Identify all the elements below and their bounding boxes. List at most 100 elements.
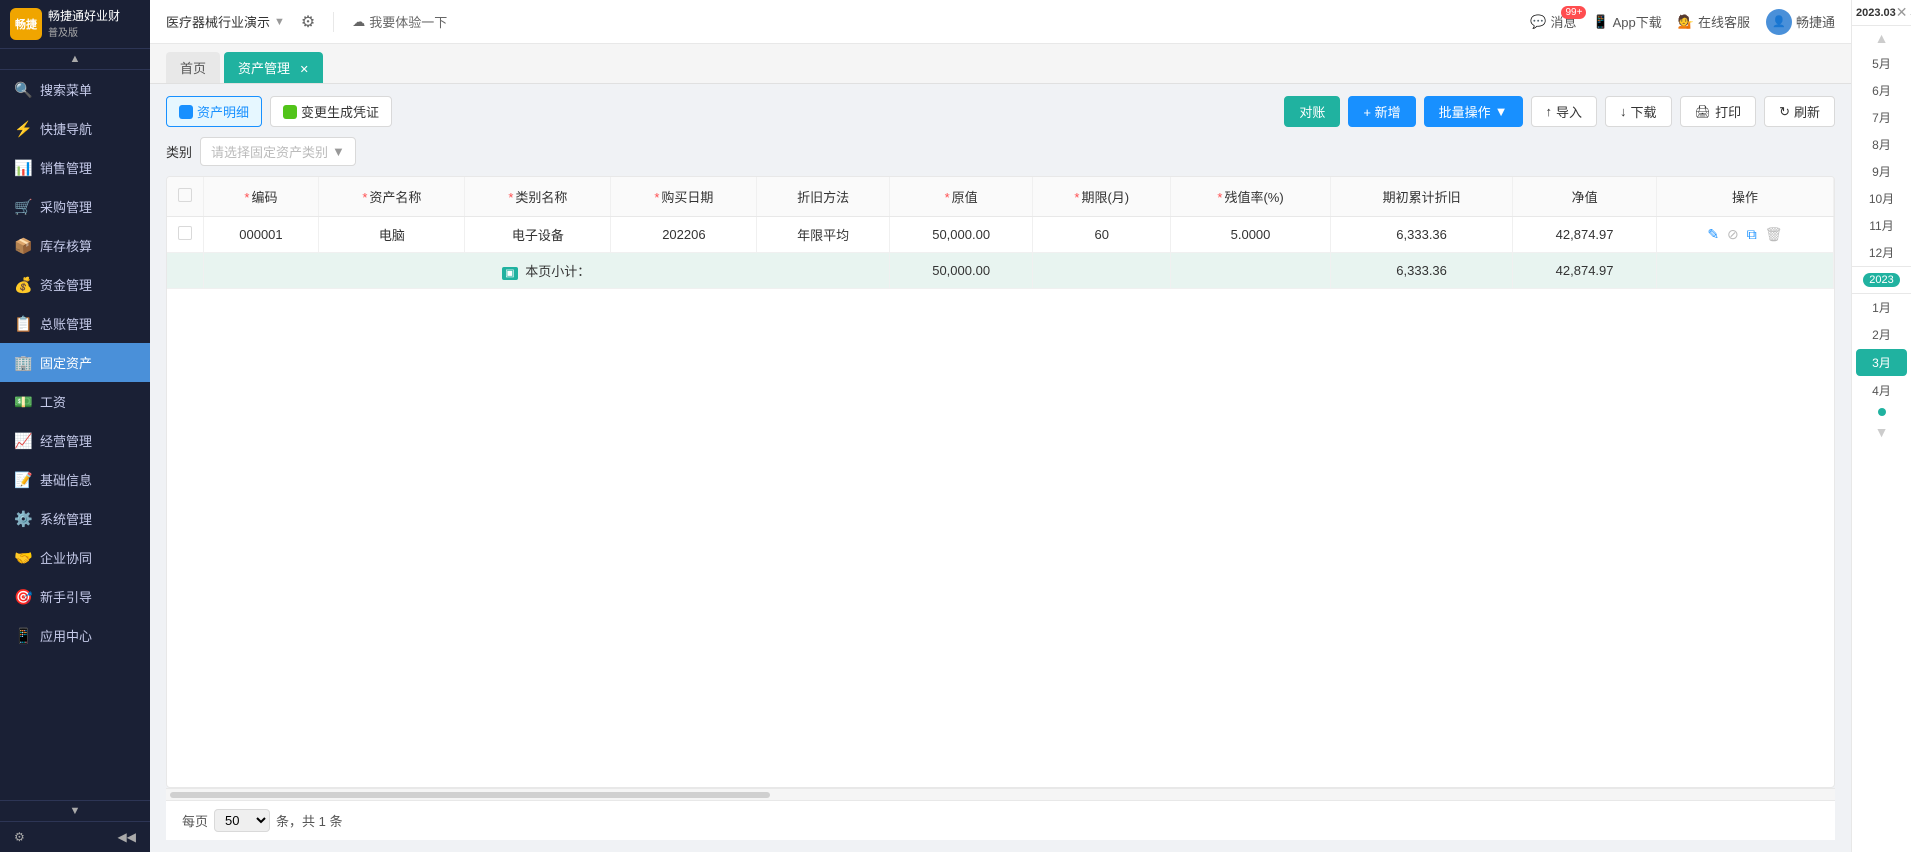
header-original-value: *原值 bbox=[889, 177, 1033, 217]
scroll-indicator bbox=[1878, 408, 1886, 416]
sidebar-item-ledger[interactable]: 📋 总账管理 bbox=[0, 304, 150, 343]
refresh-button[interactable]: ↻ 刷新 bbox=[1764, 96, 1835, 127]
total-label: 条，共 1 条 bbox=[276, 811, 342, 830]
avatar: 👤 bbox=[1766, 9, 1792, 35]
sidebar-item-business[interactable]: 📈 经营管理 bbox=[0, 421, 150, 460]
delete-icon[interactable]: 🗑 bbox=[1765, 226, 1783, 243]
logo-text-block: 畅捷通好业财 普及版 bbox=[48, 9, 120, 40]
collapse-icon[interactable]: ◀◀ bbox=[118, 830, 136, 844]
message-icon: 💬 bbox=[1530, 14, 1546, 30]
sidebar: 畅捷 畅捷通好业财 普及版 ▲ 🔍 搜索菜单 ⚡ 快捷导航 📊 销售管理 🛒 采… bbox=[0, 0, 150, 852]
sidebar-item-funds[interactable]: 💰 资金管理 bbox=[0, 265, 150, 304]
subtotal-residual-empty bbox=[1171, 253, 1331, 289]
download-icon: 📱 bbox=[1592, 14, 1608, 30]
sidebar-item-basic-info[interactable]: 📝 基础信息 bbox=[0, 460, 150, 499]
sidebar-item-purchase[interactable]: 🛒 采购管理 bbox=[0, 187, 150, 226]
subtotal-label: 本页小计： bbox=[525, 264, 590, 279]
cell-original-value: 50,000.00 bbox=[889, 217, 1033, 253]
tab-asset-management[interactable]: 资产管理 ✕ bbox=[224, 52, 323, 83]
user-menu[interactable]: 👤 畅捷通 bbox=[1766, 9, 1835, 35]
filter-row: 类别 请选择固定资产类别 ▼ bbox=[166, 137, 1835, 166]
service-icon: 💁 bbox=[1678, 14, 1694, 30]
select-all-checkbox[interactable] bbox=[178, 188, 192, 202]
view-tabs: 资产明细 变更生成凭证 对账 + 新增 批量操作 ▼ ↑ 导入 bbox=[166, 96, 1835, 127]
quick-nav-icon: ⚡ bbox=[14, 120, 32, 138]
sidebar-item-newbie[interactable]: 🎯 新手引导 bbox=[0, 577, 150, 616]
app-download-button[interactable]: 📱 App下载 bbox=[1592, 12, 1661, 31]
tab-change-voucher-label: 变更生成凭证 bbox=[301, 102, 379, 121]
category-select-placeholder: 请选择固定资产类别 bbox=[211, 142, 328, 161]
month-10[interactable]: 10月 bbox=[1852, 185, 1911, 212]
expand-panel-icon[interactable]: ⇔ bbox=[1908, 5, 1911, 21]
scroll-up-icon[interactable]: ▲ bbox=[1875, 26, 1889, 50]
funds-icon: 💰 bbox=[14, 276, 32, 294]
sidebar-item-inventory[interactable]: 📦 库存核算 bbox=[0, 226, 150, 265]
header-name: *资产名称 bbox=[319, 177, 465, 217]
month-1[interactable]: 1月 bbox=[1852, 294, 1911, 321]
tab-asset-detail[interactable]: 资产明细 bbox=[166, 96, 262, 127]
month-list-before: 5月 6月 7月 8月 9月 10月 11月 12月 bbox=[1852, 50, 1911, 266]
horizontal-scrollbar[interactable] bbox=[166, 788, 1835, 800]
month-12[interactable]: 12月 bbox=[1852, 239, 1911, 266]
sidebar-item-search[interactable]: 🔍 搜索菜单 bbox=[0, 70, 150, 109]
import-button[interactable]: ↑ 导入 bbox=[1531, 96, 1598, 127]
cell-accumulated-depreciation: 6,333.36 bbox=[1330, 217, 1512, 253]
sidebar-item-fixed-assets[interactable]: 🏢 固定资产 bbox=[0, 343, 150, 382]
month-11[interactable]: 11月 bbox=[1852, 212, 1911, 239]
copy-icon[interactable]: ⊘ bbox=[1727, 226, 1739, 243]
sidebar-item-sales[interactable]: 📊 销售管理 bbox=[0, 148, 150, 187]
sales-icon: 📊 bbox=[14, 159, 32, 177]
edit-icon[interactable]: ✎ bbox=[1707, 226, 1719, 243]
year-divider-2023: 2023 bbox=[1852, 266, 1911, 294]
topbar: 医疗器械行业演示 ▼ ⚙ ☁ 我要体验一下 💬 消息 99+ 📱 App下载 💁… bbox=[150, 0, 1851, 44]
download-button[interactable]: ↓ 下载 bbox=[1605, 96, 1672, 127]
app-download-label: App下载 bbox=[1613, 12, 1662, 31]
print-button[interactable]: 🖨 打印 bbox=[1680, 96, 1757, 127]
online-service-button[interactable]: 💁 在线客服 bbox=[1678, 12, 1750, 31]
month-3-active[interactable]: 3月 bbox=[1856, 349, 1907, 376]
subtotal-actions-empty bbox=[1656, 253, 1833, 289]
month-7[interactable]: 7月 bbox=[1852, 104, 1911, 131]
sidebar-logo: 畅捷 畅捷通好业财 普及版 bbox=[0, 0, 150, 49]
row-checkbox[interactable] bbox=[178, 226, 192, 240]
logo-icon: 畅捷 bbox=[10, 8, 42, 40]
settings-gear-icon[interactable]: ⚙ bbox=[301, 12, 315, 32]
company-selector[interactable]: 医疗器械行业演示 ▼ bbox=[166, 12, 285, 31]
sidebar-item-app-center[interactable]: 📱 应用中心 bbox=[0, 616, 150, 655]
sidebar-item-quick-nav[interactable]: ⚡ 快捷导航 bbox=[0, 109, 150, 148]
header-checkbox-cell bbox=[167, 177, 203, 217]
experience-button[interactable]: ☁ 我要体验一下 bbox=[352, 12, 447, 31]
sidebar-item-label: 销售管理 bbox=[40, 158, 92, 177]
newbie-icon: 🎯 bbox=[14, 588, 32, 606]
month-6[interactable]: 6月 bbox=[1852, 77, 1911, 104]
sidebar-item-enterprise[interactable]: 🤝 企业协同 bbox=[0, 538, 150, 577]
enterprise-icon: 🤝 bbox=[14, 549, 32, 567]
per-page-select[interactable]: 50 100 bbox=[214, 809, 270, 832]
sidebar-item-system[interactable]: ⚙️ 系统管理 bbox=[0, 499, 150, 538]
batch-operation-button[interactable]: 批量操作 ▼ bbox=[1424, 96, 1523, 127]
hscroll-thumb[interactable] bbox=[170, 792, 770, 798]
new-button[interactable]: + 新增 bbox=[1348, 96, 1415, 127]
month-2[interactable]: 2月 bbox=[1852, 321, 1911, 348]
messages-button[interactable]: 💬 消息 99+ bbox=[1530, 12, 1576, 31]
month-4[interactable]: 4月 bbox=[1852, 377, 1911, 404]
sidebar-item-payroll[interactable]: 💵 工资 bbox=[0, 382, 150, 421]
scroll-down-icon[interactable]: ▼ bbox=[1875, 420, 1889, 444]
month-9[interactable]: 9月 bbox=[1852, 158, 1911, 185]
month-8[interactable]: 8月 bbox=[1852, 131, 1911, 158]
subtotal-accumulated-depreciation: 6,333.36 bbox=[1330, 253, 1512, 289]
reconcile-button[interactable]: 对账 bbox=[1284, 96, 1340, 127]
sidebar-item-label: 资金管理 bbox=[40, 275, 92, 294]
tab-home[interactable]: 首页 bbox=[166, 52, 220, 83]
duplicate-icon[interactable]: ⧉ bbox=[1747, 226, 1757, 243]
tab-change-voucher[interactable]: 变更生成凭证 bbox=[270, 96, 392, 127]
tab-close-icon[interactable]: ✕ bbox=[300, 64, 309, 76]
settings-icon[interactable]: ⚙ bbox=[14, 830, 25, 844]
logo-app-name: 畅捷通好业财 bbox=[48, 9, 120, 25]
month-5[interactable]: 5月 bbox=[1852, 50, 1911, 77]
close-panel-icon[interactable]: ✕ bbox=[1896, 4, 1908, 21]
basic-info-icon: 📝 bbox=[14, 471, 32, 489]
payroll-icon: 💵 bbox=[14, 393, 32, 411]
topbar-right: 💬 消息 99+ 📱 App下载 💁 在线客服 👤 畅捷通 bbox=[1530, 9, 1835, 35]
category-select[interactable]: 请选择固定资产类别 ▼ bbox=[200, 137, 356, 166]
